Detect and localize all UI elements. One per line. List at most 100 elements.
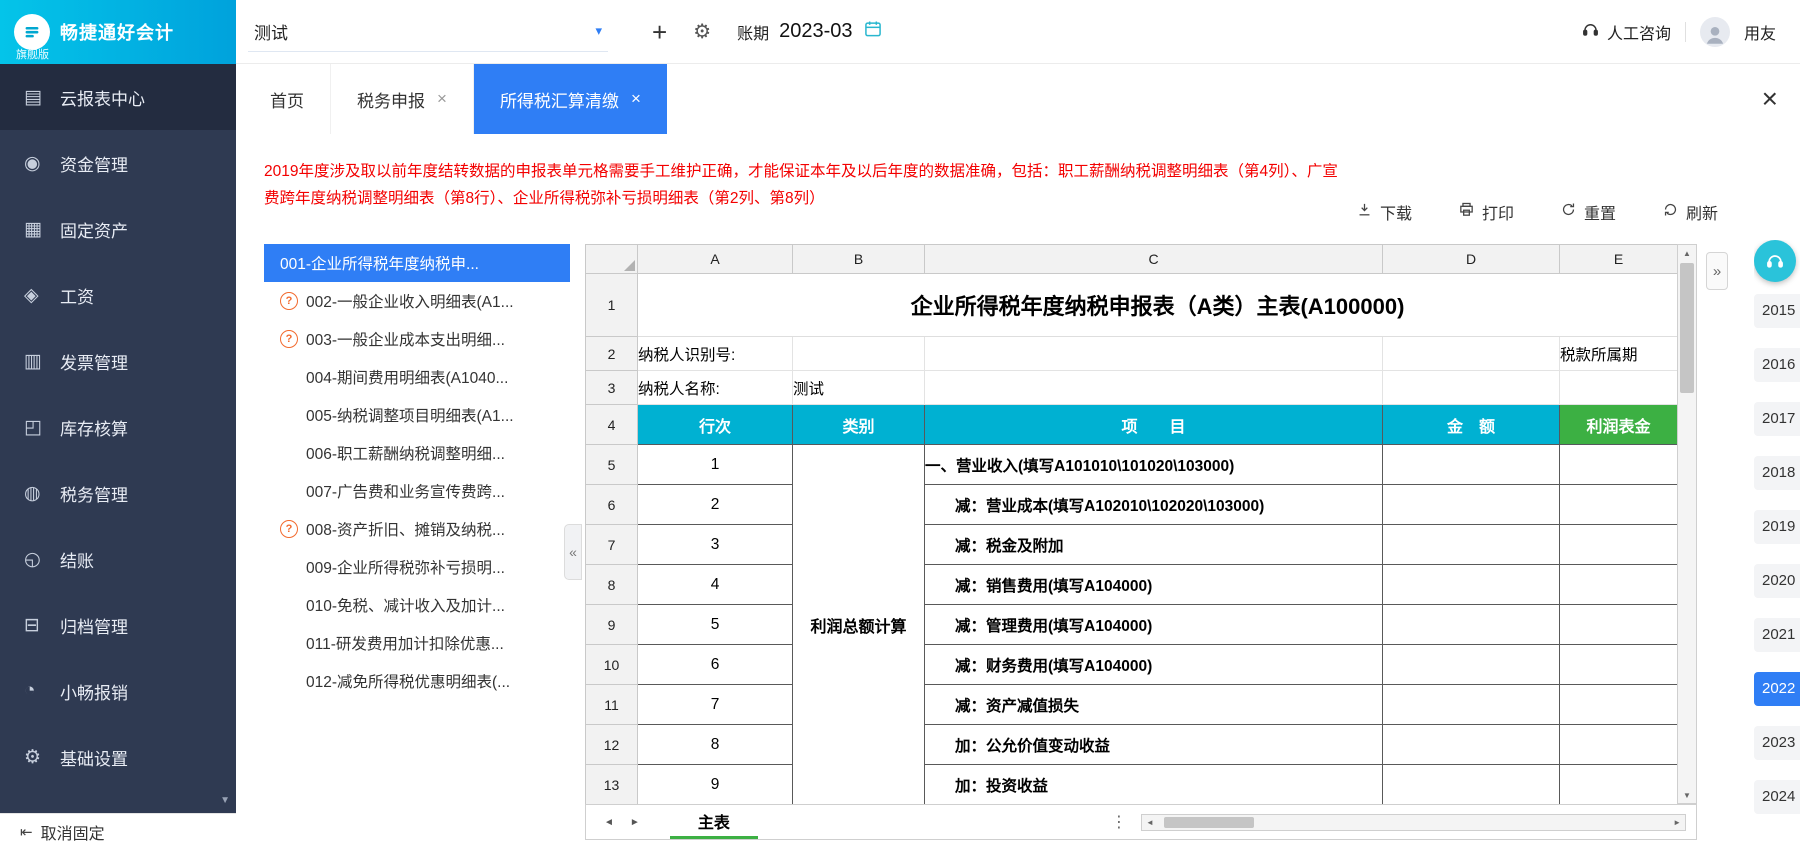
report-list-item[interactable]: ? 003-一般企业成本支出明细... [264,320,570,358]
column-header[interactable]: A [637,244,793,274]
horizontal-scrollbar[interactable]: ◄ ► [1141,813,1686,831]
report-list-item[interactable]: ? 002-一般企业收入明细表(A1... [264,282,570,320]
year-item[interactable]: 2023 [1754,726,1800,760]
amount-cell[interactable] [1382,524,1560,565]
amount-cell[interactable] [1382,644,1560,685]
line-number-cell[interactable]: 5 [637,604,793,645]
amount-cell[interactable] [1382,724,1560,765]
profit-cell[interactable] [1559,484,1678,525]
floating-service-button[interactable] [1754,240,1796,282]
year-item[interactable]: 2021 [1754,618,1800,652]
line-number-cell[interactable]: 4 [637,564,793,605]
avatar[interactable] [1699,16,1730,47]
cell[interactable] [924,370,1383,405]
row-header[interactable]: 2 [585,336,638,371]
column-header[interactable]: D [1382,244,1560,274]
profit-cell[interactable] [1559,524,1678,565]
year-item[interactable]: 2019 [1754,510,1800,544]
line-number-cell[interactable]: 8 [637,724,793,765]
row-header[interactable]: 8 [585,564,638,605]
select-all-corner[interactable] [585,244,638,274]
item-cell[interactable]: 加：投资收益 [924,764,1383,805]
row-header[interactable]: 11 [585,684,638,725]
sidebar-item-cloud-report-center[interactable]: ▤ 云报表中心 [0,64,236,130]
tab-income-tax-settlement[interactable]: 所得税汇算清缴 × [473,64,667,134]
scroll-right-icon[interactable]: ► [1669,818,1685,827]
item-cell[interactable]: 减：销售费用(填写A104000) [924,564,1383,605]
report-list-item[interactable]: 007-广告费和业务宣传费跨... [264,472,570,510]
item-cell[interactable]: 加：公允价值变动收益 [924,724,1383,765]
scroll-down-icon[interactable]: ▼ [1678,787,1696,803]
table-header-item[interactable]: 项 目 [924,404,1383,445]
report-list-item[interactable]: ? 008-资产折旧、摊销及纳税... [264,510,570,548]
category-merged-cell[interactable]: 利润总额计算 [792,444,925,805]
row-header[interactable]: 3 [585,370,638,405]
report-list-item[interactable]: 001-企业所得税年度纳税申... [264,244,570,282]
sidebar-item-payroll[interactable]: ◈ 工资 [0,262,236,328]
sidebar-item-funds-management[interactable]: ◉ 资金管理 [0,130,236,196]
close-icon[interactable]: × [437,89,447,109]
amount-cell[interactable] [1382,564,1560,605]
report-list-item[interactable]: 009-企业所得税弥补亏损明... [264,548,570,586]
table-header-line[interactable]: 行次 [637,404,793,445]
row-header[interactable]: 5 [585,444,638,485]
year-item[interactable]: 2016 [1754,348,1800,382]
sidebar-item-closing[interactable]: ◵ 结账 [0,526,236,592]
item-cell[interactable]: 减：资产减值损失 [924,684,1383,725]
cell[interactable] [924,336,1383,371]
sidebar-item-basic-settings[interactable]: ⚙ 基础设置 [0,724,236,790]
table-header-category[interactable]: 类别 [792,404,925,445]
gear-icon[interactable]: ⚙ [693,19,711,44]
sidebar-item-tax-management[interactable]: ◍ 税务管理 [0,460,236,526]
sidebar-item-archive-management[interactable]: ⊟ 归档管理 [0,592,236,658]
live-support-button[interactable]: 人工咨询 [1581,20,1671,44]
collapse-list-handle[interactable]: « [564,524,582,580]
reset-button[interactable]: 重置 [1560,200,1616,224]
item-cell[interactable]: 减：营业成本(填写A102010\102020\103000) [924,484,1383,525]
unpin-sidebar-button[interactable]: ⇤ 取消固定 [0,813,236,850]
column-header[interactable]: C [924,244,1383,274]
report-list-item[interactable]: 011-研发费用加计扣除优惠... [264,624,570,662]
year-item[interactable]: 2020 [1754,564,1800,598]
scroll-left-icon[interactable]: ◄ [1142,818,1158,827]
profit-cell[interactable] [1559,444,1678,485]
line-number-cell[interactable]: 7 [637,684,793,725]
horizontal-scrollbar-thumb[interactable] [1164,816,1254,828]
line-number-cell[interactable]: 9 [637,764,793,805]
report-title-cell[interactable]: 企业所得税年度纳税申报表（A类）主表(A100000) [637,273,1678,337]
user-name[interactable]: 用友 [1744,20,1776,44]
sidebar-item-inventory-accounting[interactable]: ◰ 库存核算 [0,394,236,460]
tab-home[interactable]: 首页 [244,64,331,134]
row-header[interactable]: 12 [585,724,638,765]
expand-panel-button[interactable]: » [1706,252,1728,290]
cell[interactable] [1382,370,1560,405]
taxpayer-name-label-cell[interactable]: 纳税人名称: [637,370,793,405]
sidebar-item-fixed-assets[interactable]: ▦ 固定资产 [0,196,236,262]
item-cell[interactable]: 减：税金及附加 [924,524,1383,565]
scroll-up-icon[interactable]: ▲ [1678,245,1696,261]
report-list-item[interactable]: 005-纳税调整项目明细表(A1... [264,396,570,434]
line-number-cell[interactable]: 6 [637,644,793,685]
calendar-icon[interactable] [863,19,883,44]
row-header[interactable]: 9 [585,604,638,645]
taxpayer-name-value-cell[interactable]: 测试 [792,370,925,405]
accounting-period[interactable]: 账期 2023-03 [737,19,882,44]
amount-cell[interactable] [1382,764,1560,805]
row-header[interactable]: 13 [585,764,638,805]
table-header-profit[interactable]: 利润表金 [1559,404,1678,445]
vertical-scrollbar-thumb[interactable] [1680,263,1694,393]
add-button[interactable]: + [652,19,667,45]
line-number-cell[interactable]: 1 [637,444,793,485]
close-all-tabs-button[interactable]: × [1762,64,1778,134]
report-list-item[interactable]: 010-免税、减计收入及加计... [264,586,570,624]
year-item[interactable]: 2024 [1754,780,1800,814]
help-icon[interactable]: ? [280,520,298,538]
print-button[interactable]: 打印 [1458,200,1514,224]
year-item[interactable]: 2022 [1754,672,1800,706]
refresh-button[interactable]: 刷新 [1662,200,1718,224]
cell[interactable] [1559,370,1678,405]
prev-sheet-icon[interactable]: ◄ [604,817,614,828]
row-header[interactable]: 10 [585,644,638,685]
tax-period-label-cell[interactable]: 税款所属期 [1559,336,1678,371]
tab-tax-filing[interactable]: 税务申报 × [331,64,474,134]
